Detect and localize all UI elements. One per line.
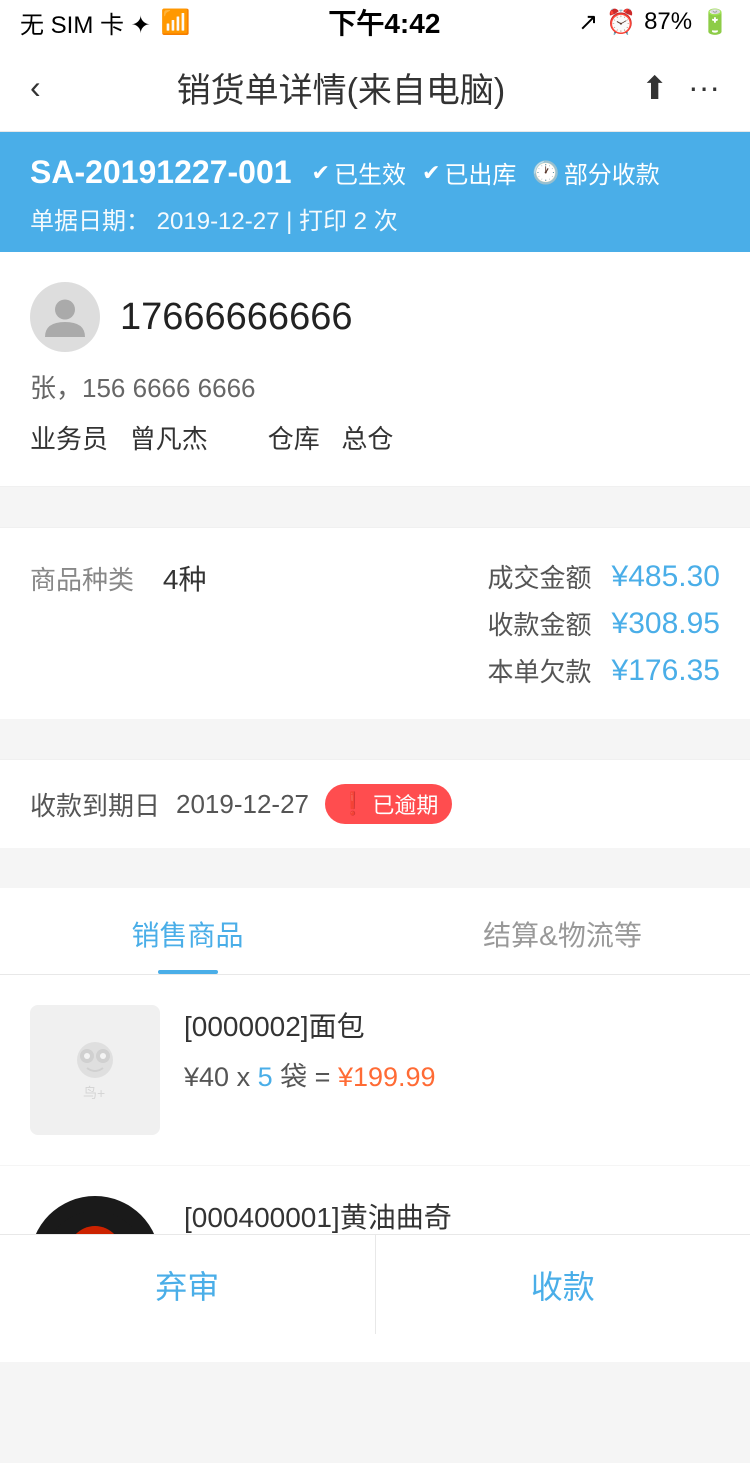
nav-left: ‹ (30, 69, 41, 106)
debt-amount-row: 本单欠款 ¥176.35 (488, 652, 720, 689)
location-icon: ↗ (578, 8, 598, 37)
status-tags: ✔ 已生效 ✔ 已出库 🕐 部分收款 (312, 155, 660, 190)
sales-label: 业务员 曾凡杰 (30, 419, 208, 456)
battery-status: 87% (644, 8, 692, 36)
confirm-button[interactable]: 收款 (376, 1235, 750, 1334)
customer-phone: 17666666666 (120, 296, 352, 339)
overdue-badge: ❗ 已逾期 (325, 784, 452, 824)
product-name-1: [0000002]面包 (184, 1005, 720, 1045)
nav-title: 销货单详情(来自电脑) (177, 63, 506, 112)
status-bar: 无 SIM 卡 ✦ 📶 下午4:42 ↗ ⏰ 87% 🔋 (0, 0, 750, 44)
category-info: 商品种类 4种 (30, 558, 207, 598)
sim-status: 无 SIM 卡 ✦ (20, 5, 151, 40)
order-number: SA-20191227-001 (30, 154, 292, 191)
check-icon-2: ✔ (422, 160, 440, 186)
amount-info: 成交金额 ¥485.30 收款金额 ¥308.95 本单欠款 ¥176.35 (488, 558, 720, 689)
divider-3 (0, 848, 750, 868)
more-button[interactable]: ··· (688, 69, 720, 106)
clock-icon: 🕐 (532, 160, 559, 186)
product-info-1: [0000002]面包 ¥40 x 5 袋 = ¥199.99 (184, 1005, 720, 1094)
tab-settlement[interactable]: 结算&物流等 (375, 888, 750, 974)
back-button[interactable]: ‹ (30, 69, 41, 106)
warehouse-label: 仓库 总仓 (268, 419, 394, 456)
status-time: 下午4:42 (328, 2, 440, 42)
divider-2 (0, 719, 750, 739)
status-partial: 🕐 部分收款 (532, 155, 659, 190)
received-amount-row: 收款金额 ¥308.95 (488, 605, 720, 642)
svg-text:鸟+: 鸟+ (83, 1085, 105, 1101)
product-price-1: ¥40 x 5 袋 = ¥199.99 (184, 1055, 720, 1094)
status-shipped: ✔ 已出库 (422, 155, 516, 190)
check-icon-1: ✔ (312, 160, 330, 186)
order-date-info: 单据日期： 2019-12-27 | 打印 2 次 (30, 201, 720, 236)
nav-bar: ‹ 销货单详情(来自电脑) ⬆ ··· (0, 44, 750, 132)
debt-label: 本单欠款 (488, 652, 592, 689)
tab-sales-goods[interactable]: 销售商品 (0, 888, 375, 974)
status-left: 无 SIM 卡 ✦ 📶 (20, 5, 191, 40)
wifi-icon: 📶 (161, 8, 191, 37)
customer-contact: 张，156 6666 6666 (30, 368, 720, 405)
bottom-spacer (0, 1363, 750, 1463)
warning-icon: ❗ (339, 791, 366, 817)
product-item: 鸟+ [0000002]面包 ¥40 x 5 袋 = ¥199.99 (0, 975, 750, 1166)
customer-section: 17666666666 张，156 6666 6666 业务员 曾凡杰 仓库 总… (0, 252, 750, 487)
received-label: 收款金额 (488, 605, 592, 642)
deal-amount-label: 成交金额 (488, 558, 592, 595)
alarm-icon: ⏰ (606, 8, 636, 37)
customer-meta: 业务员 曾凡杰 仓库 总仓 (30, 419, 720, 456)
deal-amount-row: 成交金额 ¥485.30 (488, 558, 720, 595)
due-date-value: 2019-12-27 (176, 789, 309, 820)
avatar (30, 282, 100, 352)
share-button[interactable]: ⬆ (641, 69, 668, 107)
product-name-2: [000400001]黄油曲奇 (184, 1196, 720, 1236)
debt-amount-value: ¥176.35 (612, 654, 720, 688)
received-amount-value: ¥308.95 (612, 607, 720, 641)
divider-1 (0, 487, 750, 507)
battery-icon: 🔋 (700, 8, 730, 37)
status-right: ↗ ⏰ 87% 🔋 (578, 8, 730, 37)
product-image-1: 鸟+ (30, 1005, 160, 1135)
bottom-bar: 弃审 收款 (0, 1234, 750, 1334)
due-date-label: 收款到期日 (30, 786, 160, 823)
header-banner: SA-20191227-001 ✔ 已生效 ✔ 已出库 🕐 部分收款 单据日期：… (0, 132, 750, 252)
cancel-button[interactable]: 弃审 (0, 1235, 376, 1334)
tabs-header: 销售商品 结算&物流等 (0, 888, 750, 975)
deal-amount-value: ¥485.30 (612, 560, 720, 594)
status-effective: ✔ 已生效 (312, 155, 406, 190)
due-section: 收款到期日 2019-12-27 ❗ 已逾期 (0, 759, 750, 848)
nav-right: ⬆ ··· (641, 69, 720, 107)
category-value: 4种 (163, 564, 207, 595)
summary-section: 商品种类 4种 成交金额 ¥485.30 收款金额 ¥308.95 本单欠款 ¥… (0, 527, 750, 719)
